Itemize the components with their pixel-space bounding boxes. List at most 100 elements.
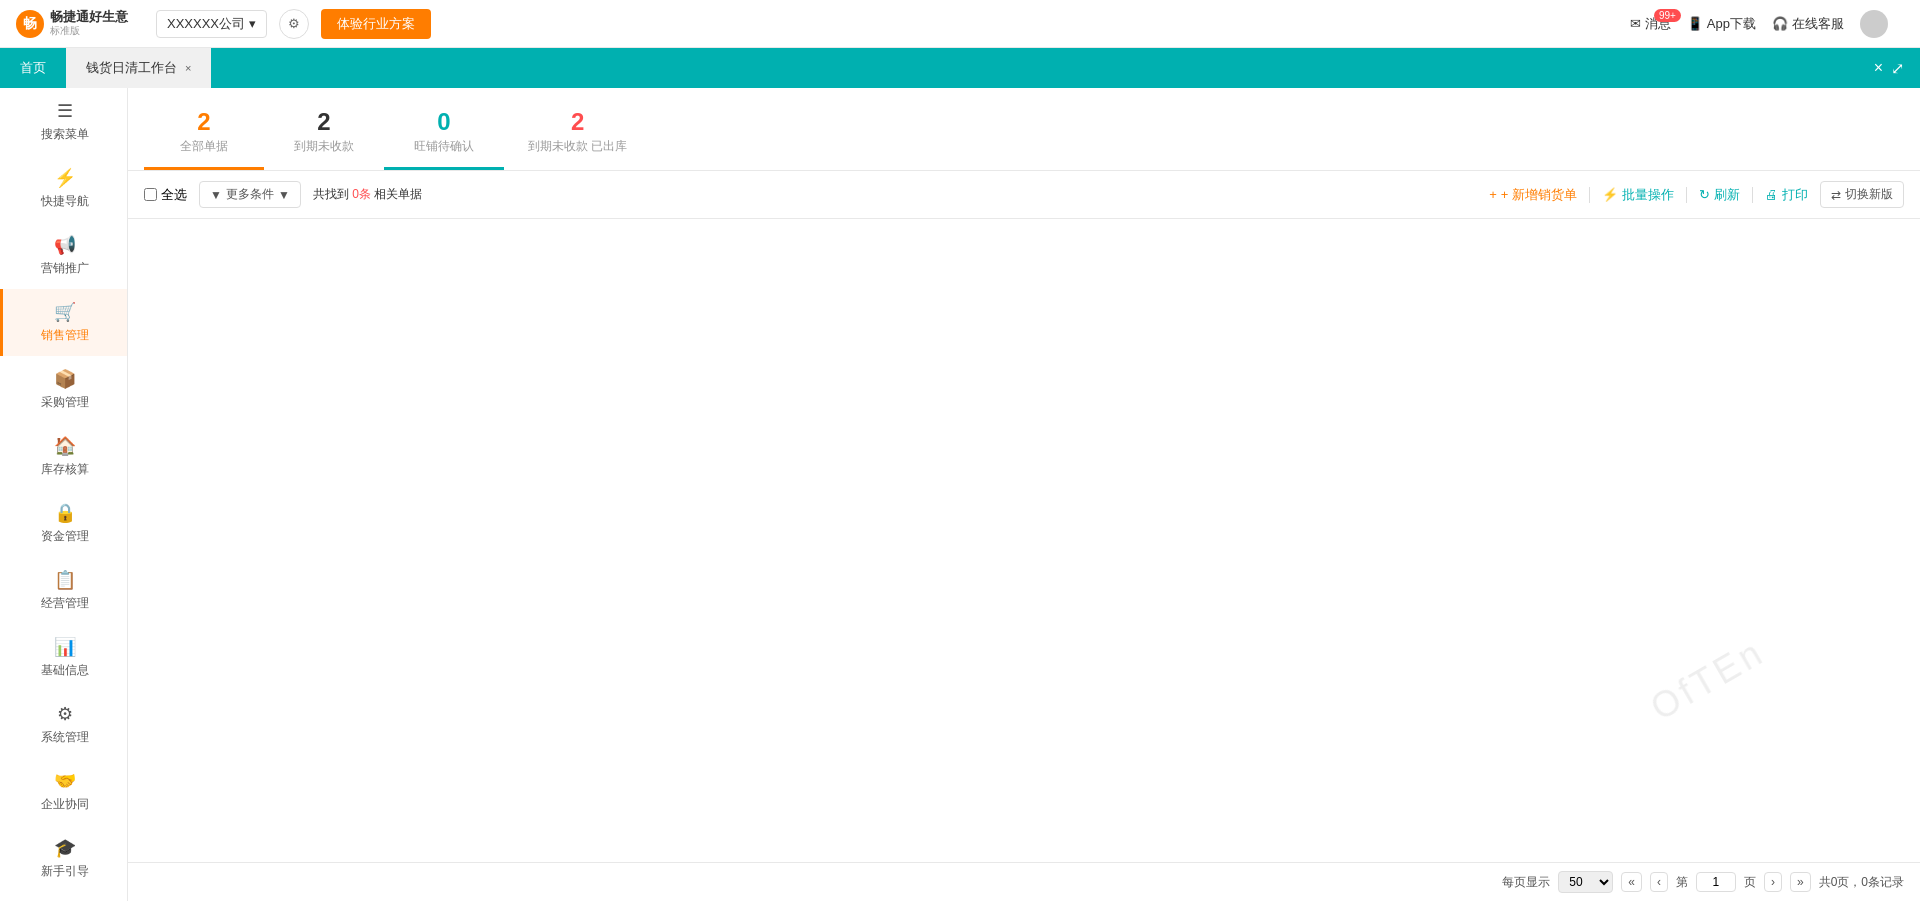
stat-label-overdue: 到期未收款	[294, 138, 354, 155]
sidebar-item-operation[interactable]: 📋 经营管理	[0, 557, 127, 624]
marketing-icon: 📢	[54, 234, 76, 256]
sidebar-item-quick-nav[interactable]: ⚡ 快捷导航	[0, 155, 127, 222]
total-info: 共0页，0条记录	[1819, 874, 1904, 891]
found-text: 共找到 0条 相关单据	[313, 186, 422, 203]
refresh-button[interactable]: ↻ 刷新	[1699, 186, 1740, 204]
page-input[interactable]	[1696, 872, 1736, 892]
window-close-icon[interactable]: ×	[1874, 59, 1883, 77]
found-suffix: 相关单据	[374, 187, 422, 201]
sidebar-item-cooperation[interactable]: 🤝 企业协同	[0, 758, 127, 825]
checkbox-input[interactable]	[144, 188, 157, 201]
online-service-label: 在线客服	[1792, 15, 1844, 33]
inventory-icon: 🏠	[54, 435, 76, 457]
home-tab[interactable]: 首页	[0, 48, 66, 88]
select-all-checkbox[interactable]: 全选	[144, 186, 187, 204]
logo-title: 畅捷通好生意	[50, 9, 128, 25]
stat-num-pending: 0	[437, 108, 450, 136]
stat-label-pending: 旺铺待确认	[414, 138, 474, 155]
sidebar-item-basic-info-label: 基础信息	[41, 662, 89, 679]
batch-label: 批量操作	[1622, 186, 1674, 204]
logo-icon: 畅	[16, 10, 44, 38]
message-button[interactable]: ✉ 消息 99+	[1630, 15, 1671, 33]
company-dropdown-icon: ▾	[249, 16, 256, 31]
experience-button[interactable]: 体验行业方案	[321, 9, 431, 39]
purchase-icon: 📦	[54, 368, 76, 390]
sidebar-item-basic-info[interactable]: 📊 基础信息	[0, 624, 127, 691]
footer: 每页显示 50 100 200 « ‹ 第 页 › » 共0页，0条记录	[128, 862, 1920, 901]
message-badge: 99+	[1654, 9, 1681, 22]
stat-num-overdue-out: 2	[571, 108, 584, 136]
company-name: XXXXXX公司	[167, 15, 245, 33]
switch-label: 切换新版	[1845, 186, 1893, 203]
topbar-right: ✉ 消息 99+ 📱 App下载 🎧 在线客服	[1630, 10, 1904, 38]
quick-nav-icon: ⚡	[54, 167, 76, 189]
tab-close-icon[interactable]: ×	[185, 62, 191, 74]
settings-button[interactable]: ⚙	[279, 9, 309, 39]
filter-icon: ▼	[210, 188, 222, 202]
found-count: 0条	[352, 187, 371, 201]
add-label: + 新增销货单	[1501, 186, 1577, 204]
sidebar-item-sales[interactable]: 🛒 销售管理	[0, 289, 127, 356]
per-page-label: 每页显示	[1502, 874, 1550, 891]
filter-button[interactable]: ▼ 更多条件 ▼	[199, 181, 301, 208]
stat-tab-all[interactable]: 2 全部单据	[144, 100, 264, 170]
sidebar-item-marketing[interactable]: 📢 营销推广	[0, 222, 127, 289]
print-button[interactable]: 🖨 打印	[1765, 186, 1808, 204]
logo-sub: 标准版	[50, 24, 128, 38]
toolbar: 全选 ▼ 更多条件 ▼ 共找到 0条 相关单据 + + 新增销货单 ⚡	[128, 171, 1920, 219]
nav-tab-actions: × ⤢	[1874, 59, 1920, 78]
filter-label: 更多条件	[226, 186, 274, 203]
workbench-tab-label: 钱货日清工作台	[86, 59, 177, 77]
add-button[interactable]: + + 新增销货单	[1489, 186, 1577, 204]
system-icon: ⚙	[57, 703, 73, 725]
sidebar-item-guide[interactable]: 🎓 新手引导	[0, 825, 127, 892]
stat-num-all: 2	[197, 108, 210, 136]
sidebar-item-search-menu[interactable]: ☰ 搜索菜单	[0, 88, 127, 155]
nav-tabs: 首页 钱货日清工作台 × × ⤢	[0, 48, 1920, 88]
sidebar-item-operation-label: 经营管理	[41, 595, 89, 612]
logo-area: 畅 畅捷通好生意 标准版	[16, 9, 144, 39]
workbench-tab[interactable]: 钱货日清工作台 ×	[66, 48, 211, 88]
avatar[interactable]	[1860, 10, 1888, 38]
per-page-select[interactable]: 50 100 200	[1558, 871, 1613, 893]
stat-label-overdue-out: 到期未收款 已出库	[528, 138, 627, 155]
app-download-button[interactable]: 📱 App下载	[1687, 15, 1756, 33]
home-tab-label: 首页	[20, 59, 46, 77]
print-label: 打印	[1782, 186, 1808, 204]
add-icon: +	[1489, 187, 1497, 202]
stat-tab-pending[interactable]: 0 旺铺待确认	[384, 100, 504, 170]
last-page-button[interactable]: »	[1790, 872, 1811, 892]
batch-button[interactable]: ⚡ 批量操作	[1602, 186, 1674, 204]
cooperation-icon: 🤝	[54, 770, 76, 792]
sidebar-item-system[interactable]: ⚙ 系统管理	[0, 691, 127, 758]
switch-button[interactable]: ⇄ 切换新版	[1820, 181, 1904, 208]
stat-tab-overdue-out[interactable]: 2 到期未收款 已出库	[504, 100, 651, 170]
sidebar-item-system-label: 系统管理	[41, 729, 89, 746]
prev-page-button[interactable]: ‹	[1650, 872, 1668, 892]
next-page-button[interactable]: ›	[1764, 872, 1782, 892]
sidebar-item-search-menu-label: 搜索菜单	[41, 126, 89, 143]
operation-icon: 📋	[54, 569, 76, 591]
sidebar: ☰ 搜索菜单 ⚡ 快捷导航 📢 营销推广 🛒 销售管理 📦 采购管理 🏠 库存核…	[0, 88, 128, 901]
sidebar-item-purchase[interactable]: 📦 采购管理	[0, 356, 127, 423]
sidebar-item-finance[interactable]: 🔒 资金管理	[0, 490, 127, 557]
company-selector[interactable]: XXXXXX公司 ▾	[156, 10, 267, 38]
divider-2	[1686, 187, 1687, 203]
online-service-button[interactable]: 🎧 在线客服	[1772, 15, 1844, 33]
sidebar-item-finance-label: 资金管理	[41, 528, 89, 545]
basic-info-icon: 📊	[54, 636, 76, 658]
topbar-left: 畅 畅捷通好生意 标准版 XXXXXX公司 ▾ ⚙ 体验行业方案	[16, 9, 431, 39]
select-all-label: 全选	[161, 186, 187, 204]
page-label-prefix: 第	[1676, 874, 1688, 891]
stat-tab-overdue[interactable]: 2 到期未收款	[264, 100, 384, 170]
found-prefix: 共找到	[313, 187, 349, 201]
window-restore-icon[interactable]: ⤢	[1891, 59, 1904, 78]
filter-chevron-icon: ▼	[278, 188, 290, 202]
sidebar-item-inventory[interactable]: 🏠 库存核算	[0, 423, 127, 490]
first-page-button[interactable]: «	[1621, 872, 1642, 892]
toolbar-right: + + 新增销货单 ⚡ 批量操作 ↻ 刷新 🖨 打印	[1489, 181, 1904, 208]
gear-icon: ⚙	[288, 16, 300, 31]
divider-3	[1752, 187, 1753, 203]
sidebar-item-purchase-label: 采购管理	[41, 394, 89, 411]
sidebar-item-app-center[interactable]: 📲 应用中心	[0, 892, 127, 901]
